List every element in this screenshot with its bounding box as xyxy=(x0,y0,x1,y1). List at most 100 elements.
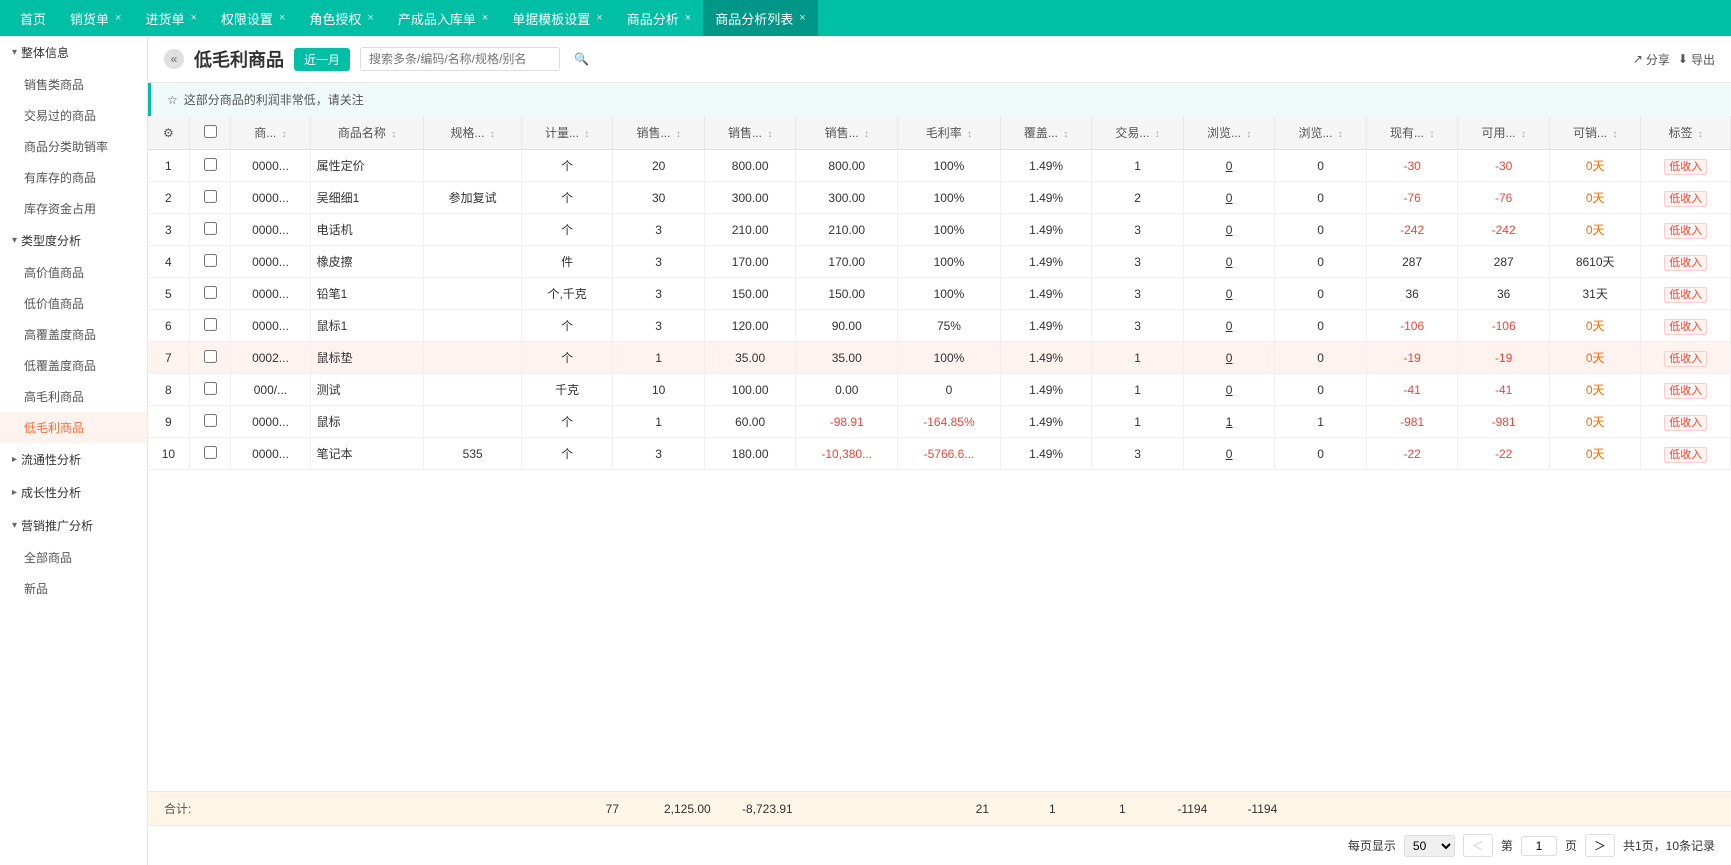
share-button[interactable]: ↗ 分享 xyxy=(1633,51,1670,68)
sidebar-group-overview[interactable]: ▾ 整体信息 xyxy=(0,36,147,69)
td-tag: 低收入 xyxy=(1641,406,1731,438)
page-header: « 低毛利商品 近一月 🔍 ↗ 分享 ⬇ 导出 xyxy=(148,36,1731,83)
nav-close-permissions[interactable]: × xyxy=(279,12,285,24)
td-view1[interactable]: 0 xyxy=(1183,214,1275,246)
td-cover: 1.49% xyxy=(1000,182,1092,214)
td-view1[interactable]: 0 xyxy=(1183,438,1275,470)
nav-item-analysis-list[interactable]: 商品分析列表 × xyxy=(703,0,817,36)
td-qty: 1 xyxy=(613,342,705,374)
row-checkbox[interactable] xyxy=(204,350,217,363)
sidebar-item-low-coverage[interactable]: 低覆盖度商品 xyxy=(0,350,147,381)
td-spec xyxy=(424,246,521,278)
sidebar-collapse-button[interactable]: « xyxy=(164,49,184,69)
td-view1[interactable]: 0 xyxy=(1183,310,1275,342)
row-checkbox[interactable] xyxy=(204,222,217,235)
td-view1[interactable]: 0 xyxy=(1183,150,1275,182)
nav-item-analysis[interactable]: 商品分析 × xyxy=(615,0,703,36)
td-qty: 3 xyxy=(613,214,705,246)
select-all-checkbox[interactable] xyxy=(204,125,217,138)
td-checkbox[interactable] xyxy=(189,406,231,438)
td-spec xyxy=(424,278,521,310)
sidebar-group-growth[interactable]: ▸ 成长性分析 xyxy=(0,476,147,509)
nav-close-purchase[interactable]: × xyxy=(190,12,196,24)
row-checkbox[interactable] xyxy=(204,190,217,203)
row-checkbox[interactable] xyxy=(204,254,217,267)
page-input[interactable] xyxy=(1521,836,1557,856)
sidebar-item-high-value[interactable]: 高价值商品 xyxy=(0,257,147,288)
th-settings[interactable]: ⚙ xyxy=(148,116,189,150)
nav-close-analysis-list[interactable]: × xyxy=(799,12,805,24)
td-checkbox[interactable] xyxy=(189,150,231,182)
sidebar-item-new-goods[interactable]: 新品 xyxy=(0,573,147,604)
sidebar-group-overview-label: 整体信息 xyxy=(21,44,69,61)
nav-close-products[interactable]: × xyxy=(482,12,488,24)
th-qty: 销售... ↕ xyxy=(613,116,705,150)
next-page-button[interactable]: ＞ xyxy=(1585,834,1615,857)
td-checkbox[interactable] xyxy=(189,374,231,406)
row-checkbox[interactable] xyxy=(204,286,217,299)
td-tag: 低收入 xyxy=(1641,438,1731,470)
sidebar-group-type[interactable]: ▾ 类型度分析 xyxy=(0,224,147,257)
td-view1[interactable]: 1 xyxy=(1183,406,1275,438)
td-checkbox[interactable] xyxy=(189,182,231,214)
sidebar-item-traded-goods[interactable]: 交易过的商品 xyxy=(0,100,147,131)
td-checkbox[interactable] xyxy=(189,310,231,342)
sidebar-group-flow[interactable]: ▸ 流通性分析 xyxy=(0,443,147,476)
row-checkbox[interactable] xyxy=(204,318,217,331)
nav-item-template[interactable]: 单据模板设置 × xyxy=(500,0,614,36)
td-view1[interactable]: 0 xyxy=(1183,246,1275,278)
nav-item-permissions[interactable]: 权限设置 × xyxy=(209,0,297,36)
td-gross-rate: 100% xyxy=(898,278,1001,310)
td-checkbox[interactable] xyxy=(189,438,231,470)
nav-close-roles[interactable]: × xyxy=(367,12,373,24)
td-qty: 3 xyxy=(613,246,705,278)
nav-close-analysis[interactable]: × xyxy=(685,12,691,24)
row-checkbox[interactable] xyxy=(204,158,217,171)
per-page-select[interactable]: 50 100 200 xyxy=(1404,835,1455,857)
row-checkbox[interactable] xyxy=(204,446,217,459)
sidebar-item-inventory-goods[interactable]: 有库存的商品 xyxy=(0,162,147,193)
td-view1[interactable]: 0 xyxy=(1183,278,1275,310)
nav-item-purchase[interactable]: 进货单 × xyxy=(133,0,208,36)
td-price: 210.00 xyxy=(704,214,796,246)
th-checkbox[interactable] xyxy=(189,116,231,150)
prev-page-button[interactable]: ＜ xyxy=(1463,834,1493,857)
sidebar-item-all-goods[interactable]: 全部商品 xyxy=(0,542,147,573)
row-checkbox[interactable] xyxy=(204,414,217,427)
td-checkbox[interactable] xyxy=(189,246,231,278)
sidebar-item-sales-goods[interactable]: 销售类商品 xyxy=(0,69,147,100)
td-tag: 低收入 xyxy=(1641,278,1731,310)
sidebar-item-low-value[interactable]: 低价值商品 xyxy=(0,288,147,319)
td-unit: 个 xyxy=(521,182,613,214)
td-available: -22 xyxy=(1458,438,1550,470)
nav-item-sales[interactable]: 销货单 × xyxy=(58,0,133,36)
sidebar-item-low-margin[interactable]: 低毛利商品 xyxy=(0,412,147,443)
sidebar-item-category-rate[interactable]: 商品分类助销率 xyxy=(0,131,147,162)
export-button[interactable]: ⬇ 导出 xyxy=(1678,51,1715,68)
td-checkbox[interactable] xyxy=(189,278,231,310)
row-checkbox[interactable] xyxy=(204,382,217,395)
search-input[interactable] xyxy=(360,47,560,71)
nav-item-home[interactable]: 首页 xyxy=(8,0,58,36)
nav-close-template[interactable]: × xyxy=(596,12,602,24)
td-view1[interactable]: 0 xyxy=(1183,182,1275,214)
td-view1[interactable]: 0 xyxy=(1183,374,1275,406)
sidebar-item-high-coverage[interactable]: 高覆盖度商品 xyxy=(0,319,147,350)
nav-close-sales[interactable]: × xyxy=(115,12,121,24)
td-checkbox[interactable] xyxy=(189,342,231,374)
sidebar-item-inventory-capital[interactable]: 库存资金占用 xyxy=(0,193,147,224)
td-checkbox[interactable] xyxy=(189,214,231,246)
td-no: 6 xyxy=(148,310,189,342)
td-name: 鼠标垫 xyxy=(310,342,424,374)
export-icon: ⬇ xyxy=(1678,52,1688,66)
nav-item-products[interactable]: 产成品入库单 × xyxy=(386,0,500,36)
td-view1[interactable]: 0 xyxy=(1183,342,1275,374)
td-trade: 3 xyxy=(1092,246,1184,278)
td-code: 0000... xyxy=(231,214,310,246)
filter-button[interactable]: 近一月 xyxy=(294,48,350,71)
sidebar-item-high-margin[interactable]: 高毛利商品 xyxy=(0,381,147,412)
search-icon[interactable]: 🔍 xyxy=(574,52,589,66)
total-records: 共1页，10条记录 xyxy=(1623,837,1715,854)
sidebar-group-marketing[interactable]: ▾ 营销推广分析 xyxy=(0,509,147,542)
nav-item-roles[interactable]: 角色授权 × xyxy=(297,0,385,36)
